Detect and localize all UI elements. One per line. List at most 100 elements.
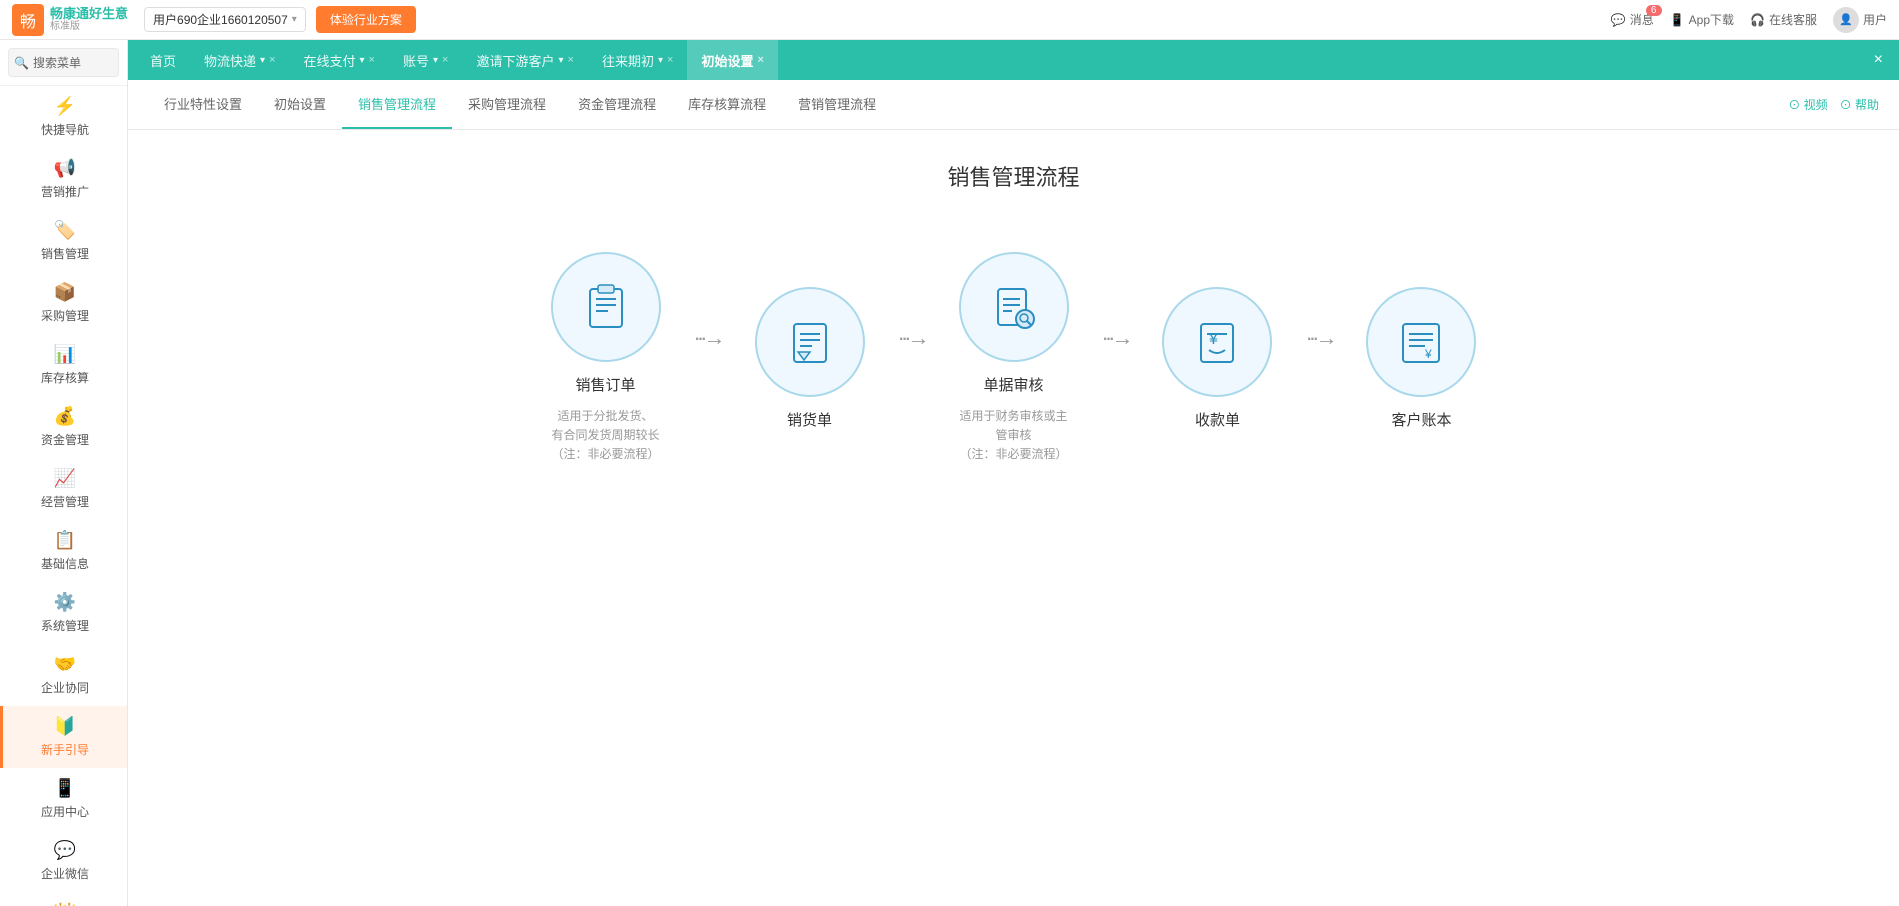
sidebar-icon-apps: 📱 (54, 778, 76, 799)
inner-tab-0[interactable]: 行业特性设置 (148, 80, 258, 129)
inner-tab-6[interactable]: 营销管理流程 (782, 80, 892, 129)
sidebar-icon-finance: 💰 (54, 406, 76, 427)
flow-item-receipt[interactable]: ¥ 收款单 (1137, 287, 1297, 430)
flow-item-customer-ledger[interactable]: ¥ 客户账本 (1341, 287, 1501, 430)
close-tab-icon-4[interactable]: × (568, 54, 574, 66)
nav-tab-6[interactable]: 初始设置 × (687, 40, 777, 80)
nav-tab-3[interactable]: 账号▾ × (389, 40, 462, 80)
sidebar-item-inventory[interactable]: 📊 库存核算 (0, 334, 127, 396)
sidebar-item-operations[interactable]: 📈经营管理 (0, 458, 127, 520)
sidebar-item-marketing[interactable]: 📢营销推广 (0, 148, 127, 210)
sidebar-item-enterprise[interactable]: 🤝企业协同 (0, 644, 127, 706)
flow-desc-document-review: 适用于财务审核或主管审核（注：非必要流程） (959, 407, 1067, 465)
sidebar-label-inventory: 库存核算 (41, 369, 89, 386)
sidebar-search: 🔍 搜索菜单 (0, 40, 127, 86)
logo-subtitle: 标准版 (50, 21, 128, 33)
logo-text: 畅康通好生意 标准版 (50, 6, 128, 34)
sidebar-item-basic[interactable]: 📋基础信息 (0, 520, 127, 582)
sidebar-label-wechat: 企业微信 (41, 865, 89, 882)
sidebar-label-apps: 应用中心 (41, 803, 89, 820)
app-wrapper: 畅 畅康通好生意 标准版 用户690企业1660120507 ▾ 体验行业方案 … (0, 0, 1899, 906)
trial-btn[interactable]: 体验行业方案 (316, 6, 416, 33)
help-btn[interactable]: ⊙ 帮助 (1840, 96, 1879, 113)
nav-tab-label-0: 首页 (150, 51, 176, 70)
sidebar-icon-inventory: 📊 (54, 344, 76, 365)
sidebar-item-guide[interactable]: 🔰新手引导 (0, 706, 127, 768)
inner-tab-3[interactable]: 采购管理流程 (452, 80, 562, 129)
close-tab-icon-5[interactable]: × (667, 54, 673, 66)
user-name-label: 用户 (1863, 11, 1887, 28)
flow-label-receipt: 收款单 (1195, 409, 1240, 430)
sidebar-label-system: 系统管理 (41, 617, 89, 634)
flow-circle-customer-ledger: ¥ (1366, 287, 1476, 397)
sidebar-icon-operations: 📈 (54, 468, 76, 489)
sidebar-icon-quick-nav: ⚡ (54, 96, 76, 117)
chevron-down-icon: ▾ (433, 55, 438, 66)
flow-item-sales-order[interactable]: 销售订单适用于分批发货、有合同发货周期较长（注：非必要流程） (526, 252, 686, 465)
inner-tab-1[interactable]: 初始设置 (258, 80, 342, 129)
nav-tab-2[interactable]: 在线支付▾ × (290, 40, 389, 80)
avatar: 👤 (1833, 7, 1859, 33)
flow-item-document-review[interactable]: 单据审核适用于财务审核或主管审核（注：非必要流程） (934, 252, 1094, 465)
search-menu-btn[interactable]: 🔍 搜索菜单 (8, 48, 119, 77)
flow-label-customer-ledger: 客户账本 (1391, 409, 1451, 430)
sidebar-item-finance[interactable]: 💰资金管理 (0, 396, 127, 458)
flow-circle-sales-invoice (755, 287, 865, 397)
video-help-btn[interactable]: ⊙ 视频 (1788, 96, 1827, 113)
sidebar-item-sales[interactable]: 🏷️销售管理 (0, 210, 127, 272)
main-body: 🔍 搜索菜单 ⚡ 快捷导航 📢营销推广🏷️销售管理📦采购管理 📊 库存核算 💰资金管理📈经… (0, 40, 1899, 906)
chevron-down-icon: ▾ (658, 55, 663, 66)
sidebar-label-purchase: 采购管理 (41, 307, 89, 324)
sidebar-icon-wechat: 💬 (54, 840, 76, 861)
sidebar-item-system[interactable]: ⚙️系统管理 (0, 582, 127, 644)
sidebar-icon-member: 👑 (54, 902, 76, 906)
sidebar-item-quick-nav[interactable]: ⚡ 快捷导航 (0, 86, 127, 148)
flow-arrow-3: ···→ (1102, 325, 1130, 391)
svg-text:¥: ¥ (1424, 347, 1432, 361)
inner-tab-4[interactable]: 资金管理流程 (562, 80, 672, 129)
close-tab-icon-6[interactable]: × (757, 54, 763, 66)
sidebar-icon-enterprise: 🤝 (54, 654, 76, 675)
sidebar-item-purchase[interactable]: 📦采购管理 (0, 272, 127, 334)
page-title: 销售管理流程 (168, 160, 1859, 192)
nav-tab-1[interactable]: 物流快递▾ × (190, 40, 289, 80)
nav-tab-label-4: 邀请下游客户 (476, 51, 554, 70)
user-profile-btn[interactable]: 👤 用户 (1833, 7, 1887, 33)
sidebar-item-wechat[interactable]: 💬 企业微信 (0, 830, 127, 892)
chevron-down-icon: ▾ (558, 55, 563, 66)
flow-label-sales-order: 销售订单 (576, 374, 636, 395)
inner-tab-2[interactable]: 销售管理流程 (342, 80, 452, 129)
nav-tab-4[interactable]: 邀请下游客户 ▾ × (462, 40, 587, 80)
app-download-btn[interactable]: 📱 App下载 (1670, 11, 1734, 28)
sidebar-label-guide: 新手引导 (41, 741, 89, 758)
user-selector[interactable]: 用户690企业1660120507 ▾ (144, 7, 306, 32)
sidebar-label-quick-nav: 快捷导航 (41, 121, 89, 138)
logo-area: 畅 畅康通好生意 标准版 (12, 4, 128, 36)
flow-desc-sales-order: 适用于分批发货、有合同发货周期较长（注：非必要流程） (552, 407, 660, 465)
nav-tab-5[interactable]: 往来期初 ▾ × (588, 40, 687, 80)
user-selector-text: 用户690企业1660120507 (153, 11, 288, 28)
message-badge: 6 (1646, 5, 1662, 16)
inner-tab-5[interactable]: 库存核算流程 (672, 80, 782, 129)
sidebar: 🔍 搜索菜单 ⚡ 快捷导航 📢营销推广🏷️销售管理📦采购管理 📊 库存核算 💰资金管理📈经… (0, 40, 128, 906)
flow-circle-sales-order (551, 252, 661, 362)
app-download-icon: 📱 (1670, 13, 1685, 27)
logo-title: 畅康通好生意 (50, 6, 128, 22)
nav-tab-0[interactable]: 首页 (136, 40, 190, 80)
flow-label-document-review: 单据审核 (983, 374, 1043, 395)
flow-item-sales-invoice[interactable]: 销货单 (730, 287, 890, 430)
close-all-tabs-btn[interactable]: × (1866, 51, 1891, 69)
close-tab-icon-3[interactable]: × (442, 54, 448, 66)
sidebar-item-apps[interactable]: 📱 应用中心 (0, 768, 127, 830)
online-service-btn[interactable]: 🎧 在线客服 (1750, 11, 1817, 28)
logo-icon: 畅 (12, 4, 44, 36)
nav-tab-label-5: 往来期初 (602, 51, 654, 70)
close-tab-icon-2[interactable]: × (369, 54, 375, 66)
flow-arrow-4: ···→ (1305, 325, 1333, 391)
message-btn[interactable]: 💬 消息 6 (1611, 11, 1654, 28)
sidebar-item-member[interactable]: 👑畅会员 (0, 892, 127, 906)
inner-tabs-container: 行业特性设置初始设置销售管理流程采购管理流程资金管理流程库存核算流程营销管理流程 (148, 80, 892, 129)
flow-label-sales-invoice: 销货单 (787, 409, 832, 430)
sidebar-items-container: ⚡ 快捷导航 📢营销推广🏷️销售管理📦采购管理 📊 库存核算 💰资金管理📈经营管理📋基础信… (0, 86, 127, 906)
close-tab-icon-1[interactable]: × (269, 54, 275, 66)
